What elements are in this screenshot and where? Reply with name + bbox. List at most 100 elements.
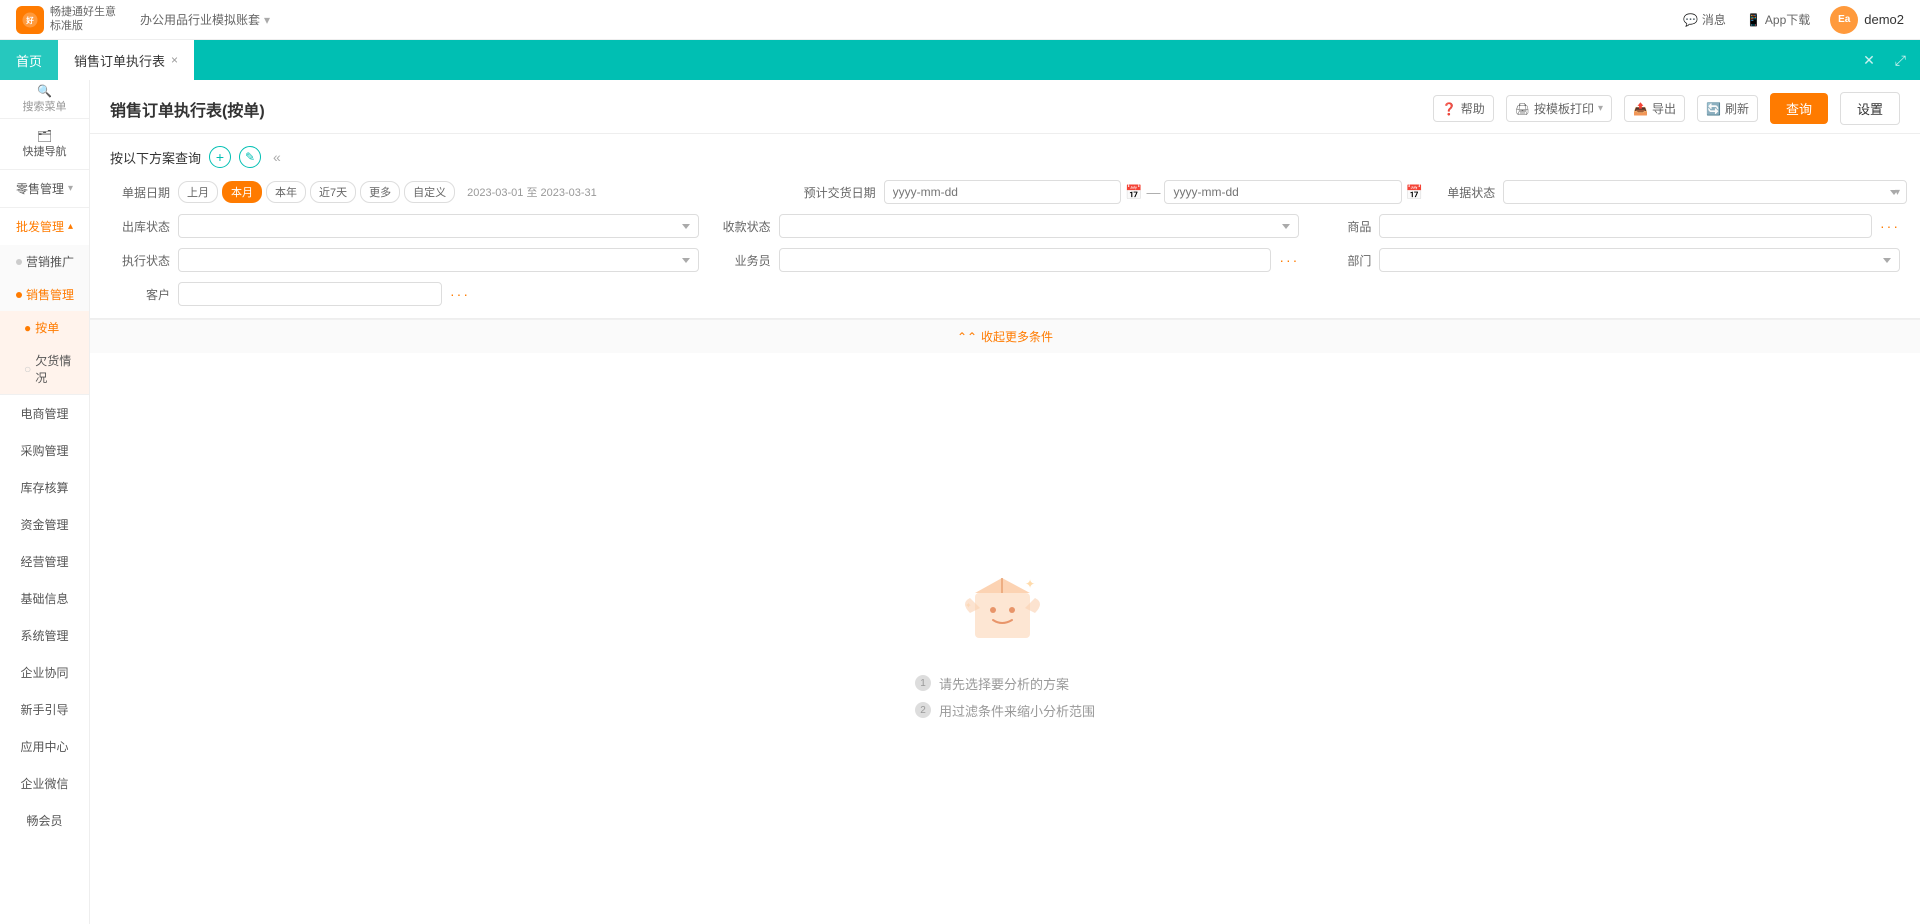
message-icon: 💬 xyxy=(1683,13,1698,27)
page-title: 销售订单执行表(按单) xyxy=(110,97,265,121)
help-button[interactable]: ❓ 帮助 xyxy=(1433,95,1494,122)
filter-group-collection-status: 收款状态 xyxy=(711,214,1300,238)
top-header: 好 畅捷通好生意 标准版 办公用品行业模拟账套 ▾ 💬 消息 📱 App下载 E… xyxy=(0,0,1920,40)
add-scheme-button[interactable]: + xyxy=(209,146,231,168)
app-icon: 📱 xyxy=(1746,13,1761,27)
sidebar-item-marketing[interactable]: 营销推广 xyxy=(0,245,89,278)
expected-date-from-input[interactable] xyxy=(884,180,1121,204)
collection-status-select[interactable] xyxy=(779,214,1300,238)
salesman-more-icon[interactable]: ··· xyxy=(1279,252,1299,268)
breadcrumb-chevron-icon: ▾ xyxy=(264,13,270,27)
help-icon: ❓ xyxy=(1442,102,1457,116)
collapse-more-button[interactable]: ⌃⌃ 收起更多条件 xyxy=(90,319,1920,353)
sidebar-item-system[interactable]: 系统管理 xyxy=(0,617,89,654)
sidebar-wholesale-section: 批发管理 ▴ 营销推广 销售管理 ● 按单 xyxy=(0,208,89,395)
sidebar-search-button[interactable]: 🔍 搜索菜单 xyxy=(0,80,89,118)
message-button[interactable]: 💬 消息 xyxy=(1683,11,1726,28)
execution-status-select[interactable] xyxy=(178,248,699,272)
filter-row-1: 单据日期 上月 本月 本年 近7天 更多 自定义 2023-03-01 至 20… xyxy=(110,180,1900,204)
empty-illustration: ✦ ✦ xyxy=(955,558,1055,658)
customer-more-icon[interactable]: ··· xyxy=(450,286,470,302)
template-print-button[interactable]: 🖨 按模板打印 ▾ xyxy=(1506,95,1612,122)
sidebar-item-ecommerce[interactable]: 电商管理 xyxy=(0,395,89,432)
collapse-sidebar-button[interactable]: « xyxy=(269,147,285,167)
salesman-input[interactable] xyxy=(779,248,1272,272)
sidebar-item-sales-management[interactable]: 销售管理 xyxy=(0,278,89,311)
date-last-month-button[interactable]: 上月 xyxy=(178,181,218,203)
header-left: 好 畅捷通好生意 标准版 办公用品行业模拟账套 ▾ xyxy=(16,6,270,34)
customer-input[interactable] xyxy=(178,282,442,306)
filter-group-date: 单据日期 上月 本月 本年 近7天 更多 自定义 2023-03-01 至 20… xyxy=(110,181,792,203)
logo-icon: 好 xyxy=(16,6,44,34)
empty-tip-1: 1 请先选择要分析的方案 xyxy=(915,674,1095,693)
sidebar-item-basic[interactable]: 基础信息 xyxy=(0,580,89,617)
sidebar-item-inventory[interactable]: 库存核算 xyxy=(0,469,89,506)
tab-sales-order[interactable]: 销售订单执行表 × xyxy=(58,40,194,80)
sidebar-item-member[interactable]: 畅会员 xyxy=(0,802,89,839)
search-icon: 🔍 xyxy=(37,84,52,98)
print-chevron-icon: ▾ xyxy=(1598,103,1603,114)
settings-button[interactable]: 设置 xyxy=(1840,92,1900,125)
date-this-month-button[interactable]: 本月 xyxy=(222,181,262,203)
by-order-icon: ● xyxy=(24,321,31,335)
filter-group-department: 部门 xyxy=(1311,248,1900,272)
filter-panel: 按以下方案查询 + ✎ « 单据日期 上月 本月 本年 xyxy=(90,134,1920,319)
nav-tabs-right: ✕ ⤢ xyxy=(1857,50,1920,71)
app-download-button[interactable]: 📱 App下载 xyxy=(1746,11,1810,28)
user-name: demo2 xyxy=(1864,12,1904,27)
sidebar-item-appstore[interactable]: 应用中心 xyxy=(0,728,89,765)
print-icon: 🖨 xyxy=(1515,102,1530,116)
sidebar-search-section: 🔍 搜索菜单 xyxy=(0,80,89,119)
edit-scheme-button[interactable]: ✎ xyxy=(239,146,261,168)
refresh-button[interactable]: 🔄 刷新 xyxy=(1697,95,1758,122)
breadcrumb[interactable]: 办公用品行业模拟账套 ▾ xyxy=(140,11,270,28)
sidebar-item-quick-nav[interactable]: 零售管理 🗂 快捷导航 xyxy=(0,119,89,169)
svg-text:✦: ✦ xyxy=(1025,577,1035,591)
filter-group-execution-status: 执行状态 xyxy=(110,248,699,272)
active-dot-icon xyxy=(16,292,22,298)
retail-expand-icon: ▾ xyxy=(68,183,73,194)
window-close-icon[interactable]: ✕ xyxy=(1857,50,1881,71)
goods-more-icon[interactable]: ··· xyxy=(1880,218,1900,234)
logo-text: 畅捷通好生意 标准版 xyxy=(50,6,116,32)
sidebar-item-retail[interactable]: 零售管理 ▾ xyxy=(0,170,89,207)
sidebar-item-wholesale[interactable]: 批发管理 ▴ xyxy=(0,208,89,245)
header-right: 💬 消息 📱 App下载 Ea demo2 xyxy=(1683,6,1904,34)
user-info[interactable]: Ea demo2 xyxy=(1830,6,1904,34)
goods-input[interactable] xyxy=(1379,214,1872,238)
date-last-7days-button[interactable]: 近7天 xyxy=(310,181,356,203)
filter-panel-header: 按以下方案查询 + ✎ « xyxy=(110,146,1900,168)
query-button[interactable]: 查询 xyxy=(1770,93,1828,124)
sidebar-item-newbie[interactable]: 新手引导 xyxy=(0,691,89,728)
doc-status-select[interactable] xyxy=(1503,180,1907,204)
filter-group-salesman: 业务员 ··· xyxy=(711,248,1300,272)
empty-state: ✦ ✦ 1 请先选择要分析的方案 2 用过滤条件来缩小分析范围 xyxy=(915,558,1095,720)
tip-number-1: 1 xyxy=(915,675,931,691)
sidebar-item-operation[interactable]: 经营管理 xyxy=(0,543,89,580)
doc-status-label: 单据状态 xyxy=(1435,184,1495,201)
calendar-from-icon[interactable]: 📅 xyxy=(1125,184,1142,201)
expected-date-label: 预计交货日期 xyxy=(804,184,876,201)
goods-label: 商品 xyxy=(1311,218,1371,235)
warehouse-status-label: 出库状态 xyxy=(110,218,170,235)
sidebar-item-arrears[interactable]: ○ 欠货情况 xyxy=(0,344,89,394)
filter-group-doc-status: 单据状态 ▾ xyxy=(1435,180,1900,204)
tab-close-icon[interactable]: × xyxy=(171,53,178,67)
sidebar-item-purchase[interactable]: 采购管理 xyxy=(0,432,89,469)
sidebar-item-by-order[interactable]: ● 按单 xyxy=(0,311,89,344)
department-select[interactable] xyxy=(1379,248,1900,272)
sidebar-item-finance[interactable]: 资金管理 xyxy=(0,506,89,543)
warehouse-status-select[interactable] xyxy=(178,214,699,238)
window-maximize-icon[interactable]: ⤢ xyxy=(1889,50,1912,71)
calendar-to-icon[interactable]: 📅 xyxy=(1406,184,1423,201)
expected-date-to-input[interactable] xyxy=(1164,180,1401,204)
export-button[interactable]: 📤 导出 xyxy=(1624,95,1685,122)
sidebar-item-enterprise[interactable]: 企业协同 xyxy=(0,654,89,691)
data-area: ✦ ✦ 1 请先选择要分析的方案 2 用过滤条件来缩小分析范围 xyxy=(90,353,1920,924)
date-this-year-button[interactable]: 本年 xyxy=(266,181,306,203)
date-more-button[interactable]: 更多 xyxy=(360,181,400,203)
filter-row-4: 客户 ··· xyxy=(110,282,1900,306)
tab-home[interactable]: 首页 xyxy=(0,40,58,80)
sidebar-item-weixin[interactable]: 企业微信 xyxy=(0,765,89,802)
date-custom-button[interactable]: 自定义 xyxy=(404,181,455,203)
